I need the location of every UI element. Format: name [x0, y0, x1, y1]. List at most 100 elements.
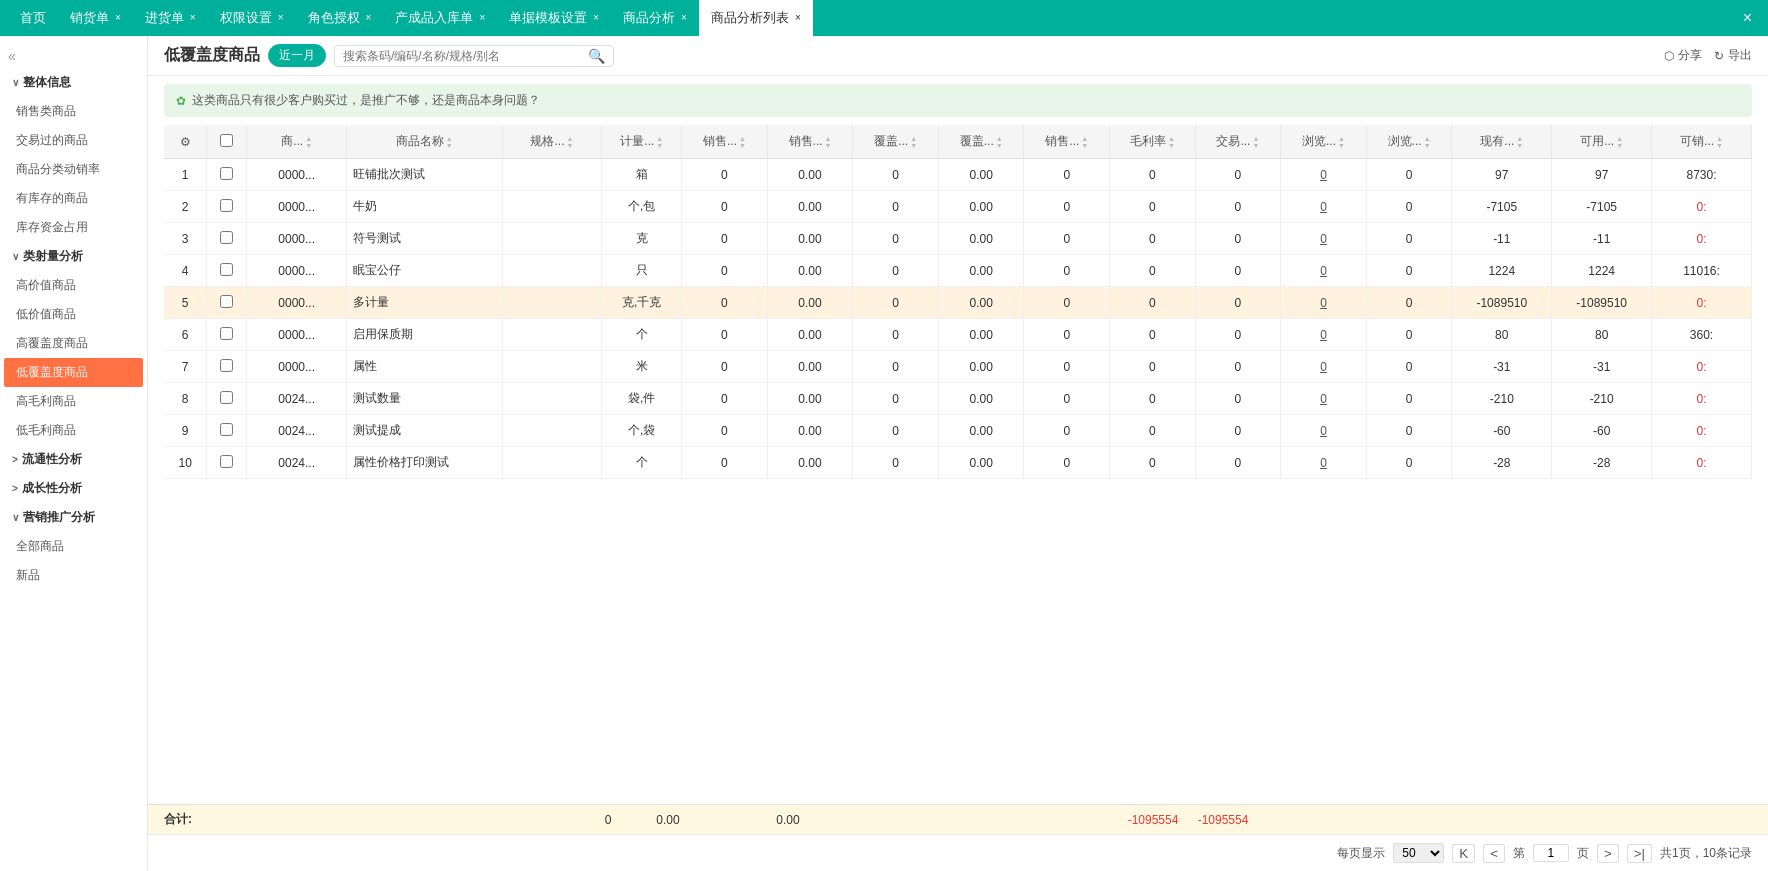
nav-tab-analysis-list[interactable]: 商品分析列表 ×: [699, 0, 813, 36]
row-checkbox[interactable]: [220, 327, 233, 340]
row-name: 旺铺批次测试: [347, 159, 502, 191]
nav-tab-role[interactable]: 角色授权 ×: [296, 0, 384, 36]
sidebar-section-analysis[interactable]: ∨ 类射量分析: [0, 242, 147, 271]
row-name: 牛奶: [347, 191, 502, 223]
close-template-tab[interactable]: ×: [593, 0, 599, 36]
row-check[interactable]: [207, 447, 247, 479]
row-current: 97: [1452, 159, 1552, 191]
sidebar-item-traded-goods[interactable]: 交易过的商品: [0, 126, 147, 155]
row-browse1[interactable]: 0: [1281, 447, 1367, 479]
page-label: 第: [1513, 845, 1525, 862]
close-permission-tab[interactable]: ×: [278, 0, 284, 36]
row-browse1[interactable]: 0: [1281, 191, 1367, 223]
sidebar-section-liquidity[interactable]: > 流通性分析: [0, 445, 147, 474]
close-sales-tab[interactable]: ×: [115, 0, 121, 36]
table-body: 1 0000... 旺铺批次测试 箱 0 0.00 0 0.00 0 0 0 0…: [164, 159, 1752, 479]
current-page-input[interactable]: [1533, 844, 1569, 862]
row-name: 多计量: [347, 287, 502, 319]
close-analysis-tab[interactable]: ×: [681, 0, 687, 36]
row-check[interactable]: [207, 223, 247, 255]
sidebar-item-stock-fund[interactable]: 库存资金占用: [0, 213, 147, 242]
col-settings[interactable]: ⚙: [164, 125, 207, 159]
row-checkbox[interactable]: [220, 423, 233, 436]
row-browse1[interactable]: 0: [1281, 223, 1367, 255]
row-coverage2: 0.00: [938, 383, 1024, 415]
row-check[interactable]: [207, 415, 247, 447]
select-all-checkbox[interactable]: [220, 134, 233, 147]
nav-tab-template[interactable]: 单据模板设置 ×: [497, 0, 611, 36]
row-checkbox[interactable]: [220, 167, 233, 180]
row-spec: [502, 255, 602, 287]
sidebar-section-overview[interactable]: ∨ 整体信息: [0, 68, 147, 97]
row-current: 80: [1452, 319, 1552, 351]
nav-tab-home[interactable]: 首页: [8, 0, 58, 36]
row-browse1[interactable]: 0: [1281, 415, 1367, 447]
row-sales-qty: 0: [682, 191, 768, 223]
nav-tab-permission[interactable]: 权限设置 ×: [208, 0, 296, 36]
row-checkbox[interactable]: [220, 231, 233, 244]
row-spec: [502, 191, 602, 223]
close-app-button[interactable]: ×: [1735, 9, 1760, 27]
sidebar-item-high-profit[interactable]: 高毛利商品: [0, 387, 147, 416]
col-browse2: 浏览...▲▼: [1366, 125, 1452, 159]
row-browse1[interactable]: 0: [1281, 159, 1367, 191]
sidebar-item-sales-goods[interactable]: 销售类商品: [0, 97, 147, 126]
sidebar-collapse-btn[interactable]: «: [0, 44, 147, 68]
row-browse1[interactable]: 0: [1281, 319, 1367, 351]
row-idx: 9: [164, 415, 207, 447]
row-checkbox[interactable]: [220, 199, 233, 212]
row-checkbox[interactable]: [220, 263, 233, 276]
row-coverage2: 0.00: [938, 191, 1024, 223]
first-page-btn[interactable]: K: [1452, 844, 1475, 863]
row-sales-amt: 0.00: [767, 319, 853, 351]
sidebar-item-high-coverage[interactable]: 高覆盖度商品: [0, 329, 147, 358]
row-checkbox[interactable]: [220, 359, 233, 372]
row-browse1[interactable]: 0: [1281, 287, 1367, 319]
close-purchase-tab[interactable]: ×: [190, 0, 196, 36]
prev-page-btn[interactable]: <: [1483, 844, 1505, 863]
row-checkbox[interactable]: [220, 455, 233, 468]
close-product-tab[interactable]: ×: [479, 0, 485, 36]
sidebar-item-low-coverage[interactable]: 低覆盖度商品: [4, 358, 143, 387]
sidebar-section-growth[interactable]: > 成长性分析: [0, 474, 147, 503]
export-button[interactable]: ↻ 导出: [1714, 47, 1752, 64]
sidebar-item-low-profit[interactable]: 低毛利商品: [0, 416, 147, 445]
row-browse1[interactable]: 0: [1281, 255, 1367, 287]
next-page-btn[interactable]: >: [1597, 844, 1619, 863]
row-check[interactable]: [207, 159, 247, 191]
col-spec: 规格...▲▼: [502, 125, 602, 159]
sidebar-section-marketing[interactable]: ∨ 营销推广分析: [0, 503, 147, 532]
close-role-tab[interactable]: ×: [366, 0, 372, 36]
row-available: -1089510: [1552, 287, 1652, 319]
search-icon[interactable]: 🔍: [588, 48, 605, 64]
filter-btn-month[interactable]: 近一月: [268, 44, 326, 67]
row-check[interactable]: [207, 287, 247, 319]
row-check[interactable]: [207, 351, 247, 383]
sidebar-item-low-value[interactable]: 低价值商品: [0, 300, 147, 329]
row-check[interactable]: [207, 191, 247, 223]
nav-tab-sales[interactable]: 销货单 ×: [58, 0, 133, 36]
sidebar-item-all-goods[interactable]: 全部商品: [0, 532, 147, 561]
nav-tab-purchase[interactable]: 进货单 ×: [133, 0, 208, 36]
last-page-btn[interactable]: >|: [1627, 844, 1652, 863]
row-check[interactable]: [207, 319, 247, 351]
per-page-select[interactable]: 10 20 50 100: [1393, 843, 1444, 863]
row-check[interactable]: [207, 383, 247, 415]
sidebar-item-stocked-goods[interactable]: 有库存的商品: [0, 184, 147, 213]
row-browse2: 0: [1366, 415, 1452, 447]
row-browse1[interactable]: 0: [1281, 383, 1367, 415]
row-check[interactable]: [207, 255, 247, 287]
row-checkbox[interactable]: [220, 295, 233, 308]
row-browse1[interactable]: 0: [1281, 351, 1367, 383]
nav-tab-analysis[interactable]: 商品分析 ×: [611, 0, 699, 36]
close-analysis-list-tab[interactable]: ×: [795, 0, 801, 36]
sidebar-item-high-value[interactable]: 高价值商品: [0, 271, 147, 300]
search-input[interactable]: [343, 49, 584, 63]
settings-icon[interactable]: ⚙: [180, 135, 191, 149]
nav-tab-product-in[interactable]: 产成品入库单 ×: [383, 0, 497, 36]
sidebar-item-new-goods[interactable]: 新品: [0, 561, 147, 590]
share-button[interactable]: ⬡ 分享: [1664, 47, 1702, 64]
row-checkbox[interactable]: [220, 391, 233, 404]
sidebar-item-category-rate[interactable]: 商品分类动销率: [0, 155, 147, 184]
col-check[interactable]: [207, 125, 247, 159]
